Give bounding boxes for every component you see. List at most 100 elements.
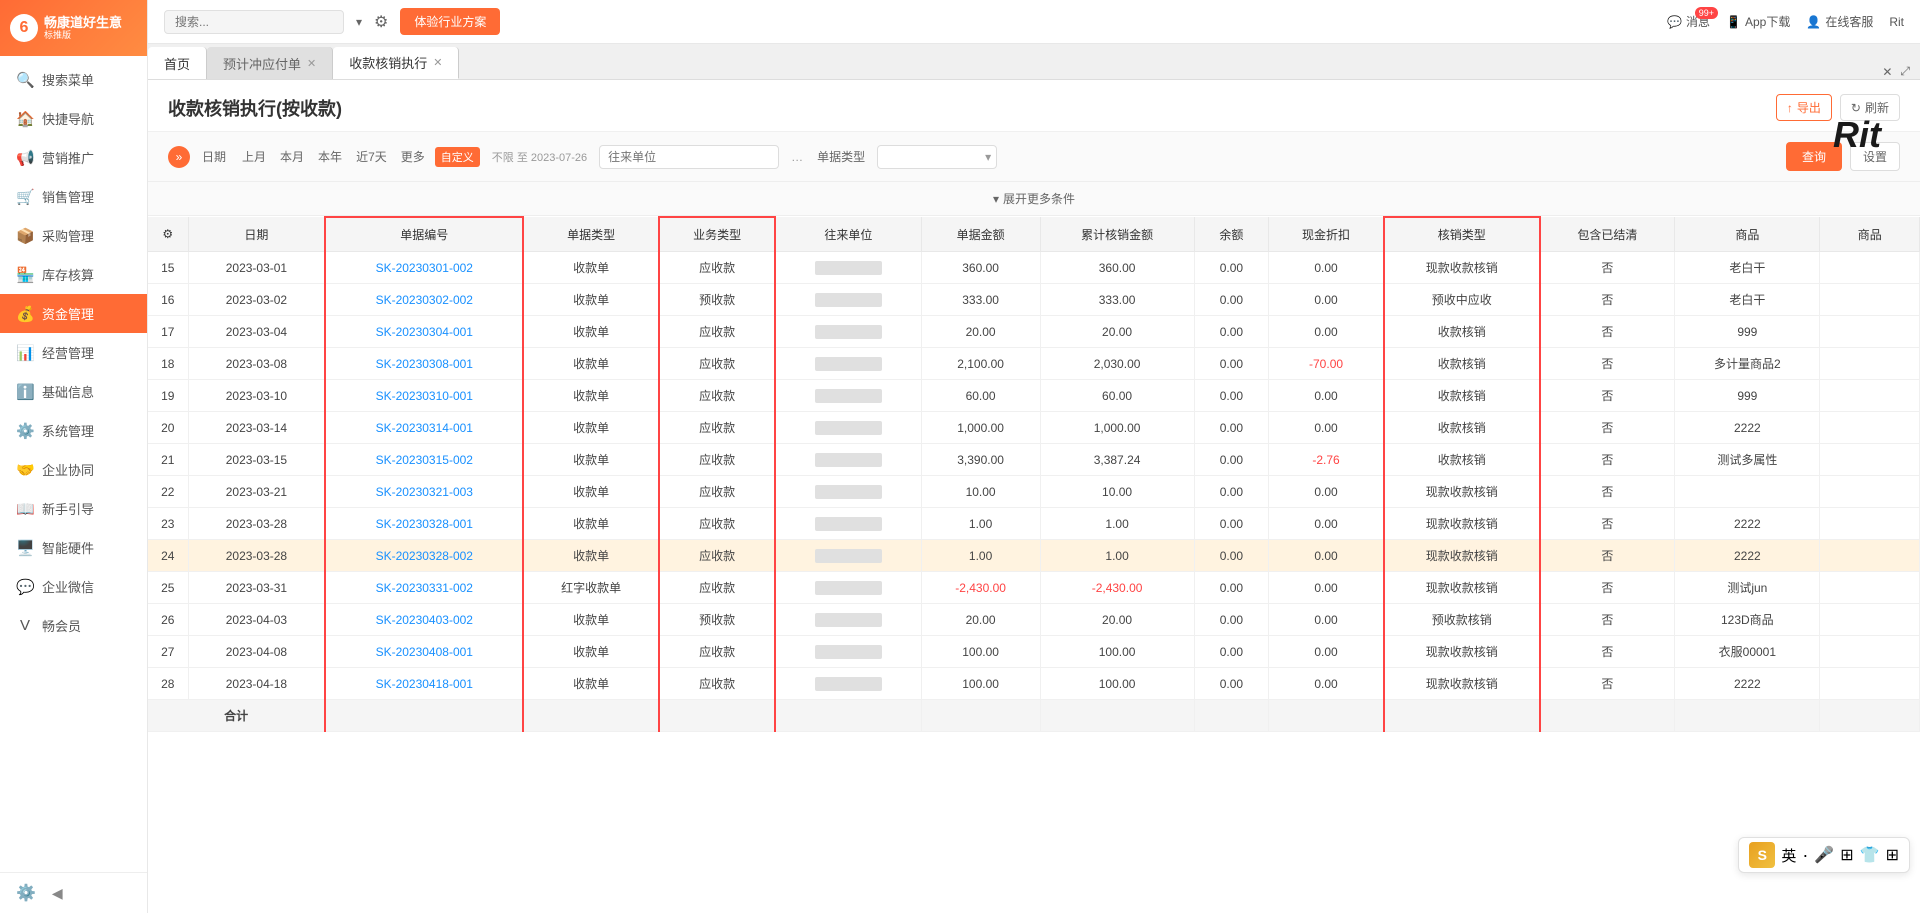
doc-no-link[interactable]: SK-20230328-001 — [376, 517, 473, 531]
user-name[interactable]: Rit — [1889, 15, 1904, 29]
cell-goods: 123D商品 — [1675, 604, 1820, 636]
collapse-icon[interactable]: ◀ — [52, 885, 63, 902]
doc-no-link[interactable]: SK-20230403-002 — [376, 613, 473, 627]
filter-expand-btn[interactable]: » — [168, 146, 190, 168]
filter-partner-input[interactable] — [599, 145, 779, 169]
col-verify-type-footer — [1384, 700, 1540, 732]
doc-no-link[interactable]: SK-20230408-001 — [376, 645, 473, 659]
tab-verify-close[interactable]: ✕ — [433, 56, 442, 69]
doc-no-link[interactable]: SK-20230304-001 — [376, 325, 473, 339]
sidebar-item-system[interactable]: ⚙️系统管理 — [0, 411, 147, 450]
filter-this-year[interactable]: 本年 — [314, 146, 346, 167]
cell-discount: -70.00 — [1269, 348, 1384, 380]
cell-settled: 否 — [1540, 476, 1675, 508]
sidebar-item-hardware[interactable]: 🖥️智能硬件 — [0, 528, 147, 567]
app-download-link[interactable]: 📱 App下载 — [1726, 13, 1790, 30]
sidebar-item-finance[interactable]: 💰资金管理 — [0, 294, 147, 333]
cell-cumulative: 2,030.00 — [1040, 348, 1194, 380]
doc-no-link[interactable]: SK-20230310-001 — [376, 389, 473, 403]
cell-balance: 0.00 — [1194, 348, 1269, 380]
sidebar-menu: 🔍搜索菜单🏠快捷导航📢营销推广🛒销售管理📦采购管理🏪库存核算💰资金管理📊经营管理… — [0, 56, 147, 872]
sidebar-item-guide[interactable]: 📖新手引导 — [0, 489, 147, 528]
col-balance-header: 余额 — [1194, 217, 1269, 252]
cell-amount: 3,390.00 — [921, 444, 1040, 476]
doc-no-link[interactable]: SK-20230321-003 — [376, 485, 473, 499]
sidebar-item-label: 智能硬件 — [42, 538, 94, 557]
tab-home[interactable]: 首页 — [148, 47, 207, 79]
input-toolbar-grid-icon[interactable]: ⊞ — [1840, 845, 1853, 865]
gear-icon[interactable]: ⚙ — [374, 12, 388, 32]
filter-custom[interactable]: 自定义 — [435, 147, 480, 167]
doc-no-link[interactable]: SK-20230328-002 — [376, 549, 473, 563]
sidebar-item-wechat[interactable]: 💬企业微信 — [0, 567, 147, 606]
filter-last-month[interactable]: 上月 — [238, 146, 270, 167]
cell-discount: 0.00 — [1269, 252, 1384, 284]
settings-icon[interactable]: ⚙️ — [16, 883, 36, 903]
doc-no-link[interactable]: SK-20230331-002 — [376, 581, 473, 595]
input-toolbar-shirt-icon[interactable]: 👕 — [1860, 845, 1880, 865]
wechat-icon: 💬 — [16, 578, 34, 596]
sidebar-item-operation[interactable]: 📊经营管理 — [0, 333, 147, 372]
doc-no-link[interactable]: SK-20230315-002 — [376, 453, 473, 467]
filter-doctype-select[interactable] — [877, 145, 997, 169]
table-header-row: ⚙ 日期 单据编号 单据类型 业务类型 往来单位 单据金额 累计核销金额 余额 … — [148, 217, 1920, 252]
cell-goods2 — [1820, 412, 1920, 444]
input-toolbar-dot-icon[interactable]: · — [1802, 845, 1808, 866]
input-toolbar-mic-icon[interactable]: 🎤 — [1814, 845, 1834, 865]
dropdown-icon[interactable]: ▾ — [356, 15, 362, 29]
tabbar: 首页 预计冲应付单 ✕ 收款核销执行 ✕ ✕ ⤢ — [148, 44, 1920, 80]
cell-discount: 0.00 — [1269, 636, 1384, 668]
filter-more[interactable]: 更多 — [397, 146, 429, 167]
cell-goods2 — [1820, 604, 1920, 636]
col-settings-header[interactable]: ⚙ — [148, 217, 188, 252]
sidebar-item-purchase[interactable]: 📦采购管理 — [0, 216, 147, 255]
sidebar-item-label: 采购管理 — [42, 226, 94, 245]
industry-btn[interactable]: 体验行业方案 — [400, 8, 500, 35]
tab-payable-close[interactable]: ✕ — [307, 57, 316, 70]
tab-verify[interactable]: 收款核销执行 ✕ — [333, 47, 459, 79]
cell-cumulative: 3,387.24 — [1040, 444, 1194, 476]
sidebar-item-company[interactable]: 🤝企业协同 — [0, 450, 147, 489]
service-link[interactable]: 👤 在线客服 — [1806, 13, 1873, 30]
input-toolbar-zh-icon[interactable]: 英 — [1781, 845, 1796, 866]
filter-this-month[interactable]: 本月 — [276, 146, 308, 167]
system-icon: ⚙️ — [16, 422, 34, 440]
sidebar-item-member[interactable]: V畅会员 — [0, 606, 147, 645]
table-row: 16 2023-03-02 SK-20230302-002 收款单 预收款 33… — [148, 284, 1920, 316]
cell-index: 25 — [148, 572, 188, 604]
cell-biz-type: 应收款 — [659, 412, 775, 444]
filter-7days[interactable]: 近7天 — [352, 146, 391, 167]
sidebar-item-basic[interactable]: ℹ️基础信息 — [0, 372, 147, 411]
sidebar-item-search[interactable]: 🔍搜索菜单 — [0, 60, 147, 99]
expand-icon[interactable]: ⤢ — [1900, 64, 1910, 79]
filter-doctype-label: 单据类型 — [817, 148, 865, 165]
sidebar-item-sales[interactable]: 🛒销售管理 — [0, 177, 147, 216]
sidebar-item-marketing[interactable]: 📢营销推广 — [0, 138, 147, 177]
cell-partner — [775, 476, 921, 508]
col-doc-type-footer — [523, 700, 659, 732]
cell-date: 2023-04-18 — [188, 668, 325, 700]
cell-balance: 0.00 — [1194, 508, 1269, 540]
cell-amount: 1,000.00 — [921, 412, 1040, 444]
doc-no-link[interactable]: SK-20230418-001 — [376, 677, 473, 691]
tab-payable[interactable]: 预计冲应付单 ✕ — [207, 47, 333, 79]
sidebar-item-inventory[interactable]: 🏪库存核算 — [0, 255, 147, 294]
sidebar-item-shortcut[interactable]: 🏠快捷导航 — [0, 99, 147, 138]
search-input[interactable] — [164, 10, 344, 34]
doc-no-link[interactable]: SK-20230314-001 — [376, 421, 473, 435]
export-button[interactable]: ↑ 导出 — [1776, 94, 1832, 121]
cell-doc-no: SK-20230403-002 — [325, 604, 523, 636]
doc-no-link[interactable]: SK-20230302-002 — [376, 293, 473, 307]
doc-no-link[interactable]: SK-20230301-002 — [376, 261, 473, 275]
cell-balance: 0.00 — [1194, 540, 1269, 572]
table-row: 20 2023-03-14 SK-20230314-001 收款单 应收款 1,… — [148, 412, 1920, 444]
cell-index: 23 — [148, 508, 188, 540]
messages-link[interactable]: 💬 消息 99+ — [1667, 13, 1710, 30]
cell-doc-no: SK-20230302-002 — [325, 284, 523, 316]
col-amount-footer — [921, 700, 1040, 732]
input-toolbar-grid2-icon[interactable]: ⊞ — [1886, 845, 1899, 865]
close-all-icon[interactable]: ✕ — [1882, 65, 1892, 79]
filter-expand-more[interactable]: ▾ 展开更多条件 — [148, 186, 1920, 211]
doc-no-link[interactable]: SK-20230308-001 — [376, 357, 473, 371]
cell-discount: 0.00 — [1269, 476, 1384, 508]
